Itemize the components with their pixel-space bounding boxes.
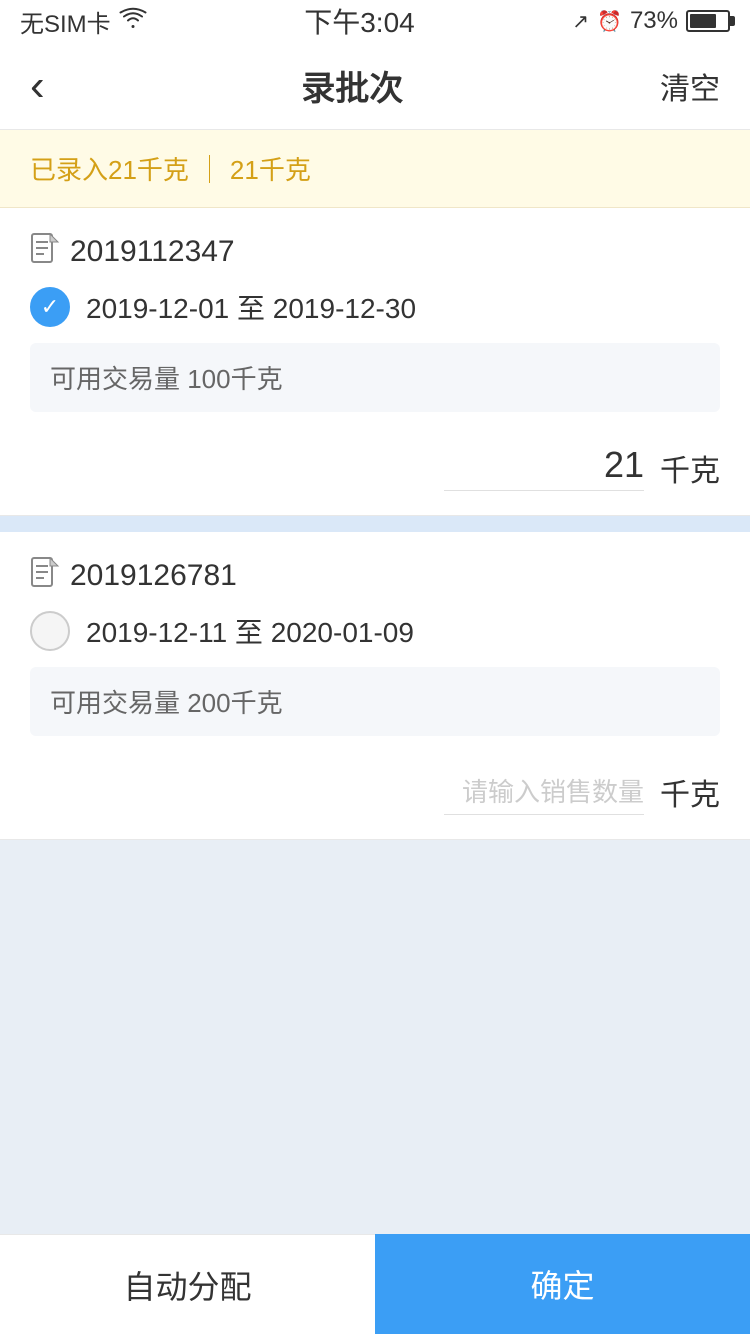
battery-icon <box>686 10 730 32</box>
batch-available-2: 可用交易量 200千克 <box>30 667 720 736</box>
page-title: 录批次 <box>301 61 403 110</box>
batch-header-2: 2019126781 <box>0 532 750 603</box>
batch-card-1: 2019112347 ✓ 2019-12-01 至 2019-12-30 可用交… <box>0 208 750 516</box>
confirm-button[interactable]: 确定 <box>375 1234 750 1334</box>
quantity-input-container-1 <box>444 444 644 491</box>
quantity-input-container-2 <box>444 768 644 815</box>
carrier-label: 无SIM卡 <box>20 4 111 39</box>
batch-date-row-2[interactable]: 2019-12-11 至 2020-01-09 <box>0 603 750 659</box>
section-divider <box>0 516 750 532</box>
quantity-input-1[interactable] <box>444 444 644 486</box>
battery-percent: 73% <box>630 7 678 35</box>
quantity-unit-2: 千克 <box>660 770 720 814</box>
clear-button[interactable]: 清空 <box>660 64 720 108</box>
batch-header-1: 2019112347 <box>0 208 750 279</box>
nav-bar: ‹ 录批次 清空 <box>0 42 750 130</box>
batch-available-1: 可用交易量 100千克 <box>30 343 720 412</box>
batch-date-1: 2019-12-01 至 2019-12-30 <box>86 287 416 327</box>
radio-button-1[interactable]: ✓ <box>30 287 70 327</box>
entered-label: 已录入21千克 <box>30 150 189 187</box>
status-bar: 无SIM卡 下午3:04 ↗ ⏰ 73% <box>0 0 750 42</box>
status-left: 无SIM卡 <box>20 4 147 39</box>
bottom-bar: 自动分配 确定 <box>0 1234 750 1334</box>
alarm-icon: ⏰ <box>597 9 622 34</box>
auto-distribute-button[interactable]: 自动分配 <box>0 1234 375 1334</box>
summary-amount: 21千克 <box>230 150 311 187</box>
batch-id-1: 2019112347 <box>70 235 235 269</box>
batch-date-2: 2019-12-11 至 2020-01-09 <box>86 611 414 651</box>
summary-bar: 已录入21千克 21千克 <box>0 130 750 208</box>
status-right: ↗ ⏰ 73% <box>572 7 730 35</box>
wifi-icon <box>119 7 147 36</box>
batch-date-row-1[interactable]: ✓ 2019-12-01 至 2019-12-30 <box>0 279 750 335</box>
status-time: 下午3:04 <box>304 1 415 41</box>
empty-area <box>0 840 750 1260</box>
back-button[interactable]: ‹ <box>30 61 45 111</box>
batch-id-icon-2 <box>30 556 60 595</box>
summary-divider <box>209 155 210 183</box>
radio-button-2[interactable] <box>30 611 70 651</box>
location-icon: ↗ <box>572 9 589 34</box>
batch-card-2: 2019126781 2019-12-11 至 2020-01-09 可用交易量… <box>0 532 750 840</box>
check-icon-1: ✓ <box>41 294 59 320</box>
quantity-input-2[interactable] <box>444 768 644 810</box>
quantity-row-2: 千克 <box>0 752 750 840</box>
batch-id-2: 2019126781 <box>70 559 237 593</box>
batch-id-icon-1 <box>30 232 60 271</box>
quantity-unit-1: 千克 <box>660 446 720 490</box>
quantity-row-1: 千克 <box>0 428 750 516</box>
